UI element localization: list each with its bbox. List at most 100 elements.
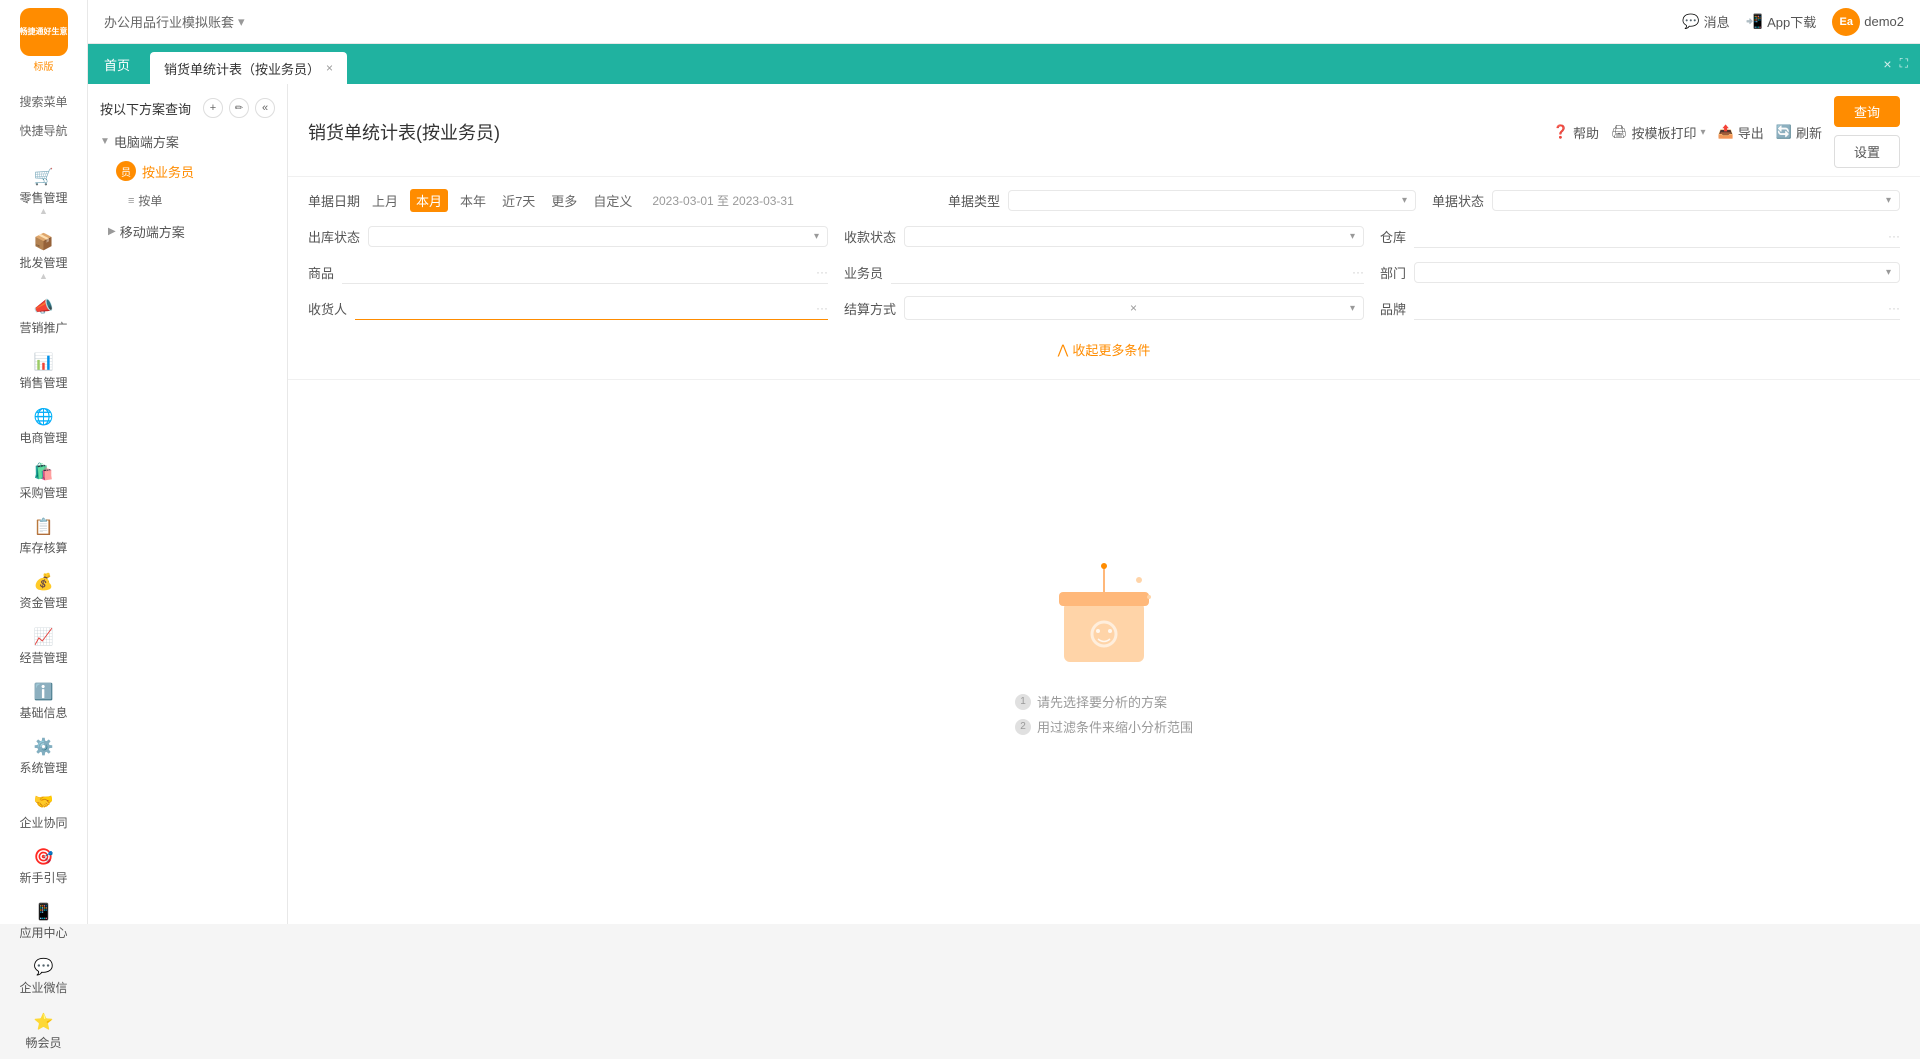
- warehouse-more-button[interactable]: ···: [1888, 229, 1900, 243]
- system-icon: ⚙️: [34, 737, 54, 757]
- wholesale-arrow: ▲: [39, 271, 48, 281]
- maximize-window-button[interactable]: ⛶: [1900, 56, 1908, 72]
- sidebar-item-wholesale[interactable]: 📦 批发管理 ▲: [0, 224, 87, 289]
- pc-scheme-header[interactable]: ▼ 电脑端方案: [88, 128, 287, 155]
- sidebar-item-retail[interactable]: 🛒 零售管理 ▲: [0, 159, 87, 224]
- basic-label: 基础信息: [19, 704, 67, 721]
- app-logo[interactable]: 畅捷通好生意 标版: [0, 0, 87, 81]
- product-more-button[interactable]: ···: [816, 265, 828, 279]
- sidebar-item-purchase[interactable]: 🛍️ 采购管理: [0, 454, 87, 509]
- out-status-dropdown[interactable]: ▾: [368, 226, 828, 247]
- tab-home[interactable]: 首页: [88, 44, 146, 84]
- product-input[interactable]: [342, 264, 812, 279]
- order-sub-label: 按单: [138, 192, 162, 209]
- wechat-icon: 💬: [34, 957, 54, 977]
- brand-more-button[interactable]: ···: [1888, 301, 1900, 315]
- pc-scheme-group: ▼ 电脑端方案 员 按业务员 ≡ 按单: [88, 124, 287, 218]
- sidebar-item-app[interactable]: 📱 应用中心: [0, 894, 87, 949]
- sidebar-item-inventory[interactable]: 📋 库存核算: [0, 509, 87, 564]
- mobile-scheme-header[interactable]: ▶ 移动端方案: [88, 218, 287, 245]
- sidebar-item-marketing[interactable]: 📣 营销推广: [0, 289, 87, 344]
- salesperson-scheme-icon: 员: [116, 161, 136, 181]
- edit-scheme-button[interactable]: ✏: [229, 98, 249, 118]
- department-dropdown[interactable]: ▾: [1414, 262, 1900, 283]
- collect-status-dropdown[interactable]: ▾: [904, 226, 1364, 247]
- setting-button[interactable]: 设置: [1834, 135, 1900, 168]
- settle-arrow: ▾: [1350, 303, 1355, 314]
- empty-illustration: [1044, 562, 1164, 672]
- department-label: 部门: [1380, 263, 1406, 282]
- breadcrumb-dropdown-icon[interactable]: ▾: [238, 14, 245, 30]
- app-download-button[interactable]: 📲 App下载: [1746, 12, 1817, 31]
- tab-sales-stats[interactable]: 销货单统计表（按业务员） ×: [150, 52, 347, 84]
- basic-icon: ℹ️: [34, 682, 54, 702]
- sidebar-item-cooperation[interactable]: 🤝 企业协同: [0, 784, 87, 839]
- help-button[interactable]: ❓ 帮助: [1553, 123, 1599, 142]
- salesperson-more-button[interactable]: ···: [1352, 265, 1364, 279]
- warehouse-input[interactable]: [1414, 228, 1884, 243]
- date-tab-this-month[interactable]: 本月: [410, 189, 448, 212]
- filter-department: 部门 ▾: [1380, 262, 1900, 283]
- salesperson-input[interactable]: [891, 264, 1348, 279]
- sidebar-item-operation[interactable]: 📈 经营管理: [0, 619, 87, 674]
- sidebar-item-ecommerce[interactable]: 🌐 电商管理: [0, 399, 87, 454]
- refresh-button[interactable]: 🔄 刷新: [1776, 123, 1822, 142]
- receiver-more-button[interactable]: ···: [816, 301, 828, 315]
- brand-input[interactable]: [1414, 300, 1884, 315]
- sidebar-item-member[interactable]: ⭐ 畅会员: [0, 1004, 87, 1059]
- member-icon: ⭐: [34, 1012, 54, 1032]
- topbar: 办公用品行业模拟账套 ▾ 💬 消息 📲 App下载 Ea demo2: [88, 0, 1920, 44]
- sidebar-item-sales[interactable]: 📊 销售管理: [0, 344, 87, 399]
- left-panel-title: 按以下方案查询: [100, 99, 191, 118]
- left-panel-actions: + ✏ «: [203, 98, 275, 118]
- user-profile[interactable]: Ea demo2: [1832, 8, 1904, 36]
- add-scheme-button[interactable]: +: [203, 98, 223, 118]
- sidebar-item-guide[interactable]: 🎯 新手引导: [0, 839, 87, 894]
- guide-icon: 🎯: [34, 847, 54, 867]
- out-status-label: 出库状态: [308, 227, 360, 246]
- filter-area: 单据日期 上月 本月 本年 近7天 更多 自定义 2023-03-01 至 20…: [288, 177, 1920, 380]
- print-button[interactable]: 🖨 按模板打印 ▾: [1611, 123, 1706, 142]
- settle-clear-button[interactable]: ×: [1130, 301, 1137, 315]
- main-area: 办公用品行业模拟账套 ▾ 💬 消息 📲 App下载 Ea demo2 首页 销货…: [88, 0, 1920, 924]
- ecommerce-icon: 🌐: [34, 407, 54, 427]
- empty-hint-1-text: 请先选择要分析的方案: [1037, 692, 1167, 711]
- scheme-sub-item-order[interactable]: ≡ 按单: [88, 187, 287, 214]
- collapse-panel-button[interactable]: «: [255, 98, 275, 118]
- filter-row-2: 出库状态 ▾ 收款状态 ▾ 仓库: [308, 224, 1900, 248]
- sidebar-item-system[interactable]: ⚙️ 系统管理: [0, 729, 87, 784]
- date-tab-this-year[interactable]: 本年: [456, 189, 490, 212]
- scheme-item-salesperson[interactable]: 员 按业务员: [88, 155, 287, 187]
- date-tab-last-7days[interactable]: 近7天: [498, 189, 539, 212]
- collapse-filter-button[interactable]: ⋀ 收起更多条件: [308, 332, 1900, 367]
- print-label: 按模板打印: [1632, 123, 1697, 142]
- operation-icon: 📈: [34, 627, 54, 647]
- date-tab-custom[interactable]: 自定义: [589, 189, 636, 212]
- sidebar-item-basic[interactable]: ℹ️ 基础信息: [0, 674, 87, 729]
- receiver-input[interactable]: [355, 300, 812, 315]
- close-window-button[interactable]: ×: [1883, 56, 1891, 72]
- date-label: 单据日期: [308, 191, 360, 210]
- search-menu-item[interactable]: 搜索菜单: [8, 87, 79, 116]
- salesperson-scheme-label: 按业务员: [142, 162, 194, 181]
- tab-close-button[interactable]: ×: [326, 61, 333, 75]
- export-button[interactable]: 📤 导出: [1718, 123, 1764, 142]
- date-tab-last-month[interactable]: 上月: [368, 189, 402, 212]
- filter-row-3: 商品 ··· 业务员 ··· 部门: [308, 260, 1900, 284]
- order-status-dropdown[interactable]: ▾: [1492, 190, 1900, 211]
- sidebar-item-wechat[interactable]: 💬 企业微信: [0, 949, 87, 1004]
- sidebar-item-finance[interactable]: 💰 资金管理: [0, 564, 87, 619]
- cooperation-icon: 🤝: [34, 792, 54, 812]
- shortcut-nav-item[interactable]: 快捷导航: [8, 116, 79, 145]
- filter-product: 商品 ···: [308, 260, 828, 284]
- query-button[interactable]: 查询: [1834, 96, 1900, 127]
- date-tabs: 上月 本月 本年 近7天 更多 自定义: [368, 189, 636, 212]
- date-tab-more[interactable]: 更多: [547, 189, 581, 212]
- window-controls: × ⛶: [1871, 56, 1920, 72]
- order-type-dropdown[interactable]: ▾: [1008, 190, 1416, 211]
- settle-dropdown[interactable]: × ▾: [904, 296, 1364, 320]
- filter-out-status: 出库状态 ▾: [308, 226, 828, 247]
- message-button[interactable]: 💬 消息: [1682, 12, 1729, 31]
- product-control: ···: [342, 260, 828, 284]
- print-icon: 🖨: [1611, 124, 1628, 140]
